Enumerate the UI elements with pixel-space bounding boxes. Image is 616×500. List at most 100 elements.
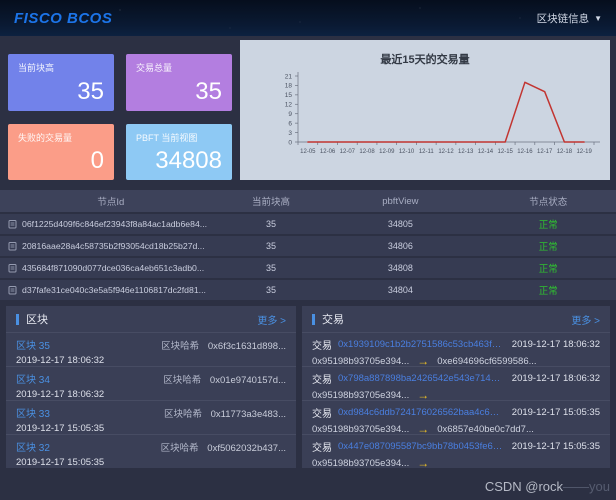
svg-text:12-17: 12-17 — [537, 149, 553, 155]
blocks-panel: 区块 更多 > 区块 35 区块哈希 0x6f3c1631d898... — [6, 306, 296, 468]
col-block-height: 当前块高 — [222, 194, 321, 208]
status-badge: 正常 — [480, 283, 616, 297]
block-height-value: 35 — [222, 285, 321, 295]
block-hash-label: 区块哈希 — [161, 443, 199, 454]
blockchain-info-dropdown[interactable]: 区块链信息 ▼ — [537, 11, 602, 26]
copy-icon[interactable] — [8, 241, 17, 251]
block-height-value: 35 — [222, 241, 321, 251]
svg-text:21: 21 — [285, 73, 293, 80]
block-hash-label: 区块哈希 — [164, 409, 202, 420]
pbftview-value: 34808 — [320, 263, 480, 273]
accent-bar-icon — [16, 314, 19, 325]
pbftview-value: 34806 — [320, 241, 480, 251]
stat-card-label: 交易总量 — [136, 61, 222, 74]
stat-card: PBFT 当前视图 34808 — [126, 124, 232, 181]
stat-card-label: PBFT 当前视图 — [136, 131, 222, 144]
csdn-watermark: CSDN @rock——you — [485, 479, 610, 494]
block-timestamp: 2019-12-17 15:05:35 — [16, 423, 286, 434]
tx-timestamp: 2019-12-17 15:05:35 — [512, 407, 600, 418]
tx-hash-link[interactable]: 0x447e087095587bc9bb78b0453fe64ccd79... — [338, 441, 504, 452]
blocks-more-link[interactable]: 更多 > — [257, 312, 286, 327]
pbftview-value: 34804 — [320, 285, 480, 295]
stat-card-value: 34808 — [136, 149, 222, 173]
table-row: 435684f871090d077dce036ca4eb651c3adb0...… — [0, 258, 616, 278]
node-table-header: 节点Id 当前块高 pbftView 节点状态 — [0, 190, 616, 212]
list-item: 交易 0xd984c6ddb724176026562baa4c6bc7ef1..… — [302, 400, 610, 434]
copy-icon[interactable] — [8, 263, 17, 273]
svg-text:9: 9 — [288, 111, 292, 118]
table-row: 06f1225d409f6c846ef23943f8a84ac1adb6e84.… — [0, 214, 616, 234]
list-item: 区块 34 区块哈希 0x01e9740157d... 2019-12-17 1… — [6, 366, 296, 400]
tx-label: 交易 — [312, 405, 332, 420]
overview-section: 当前块高 35 交易总量 35 失败的交易量 0 PBFT 当前视图 34808 — [0, 36, 616, 184]
copy-icon[interactable] — [8, 285, 17, 295]
tx-timestamp: 2019-12-17 15:05:35 — [512, 441, 600, 452]
tx-hash-link[interactable]: 0x1939109c1b2b2751586c53cb463f8d86b6... — [338, 339, 504, 350]
blocks-panel-header: 区块 更多 > — [6, 306, 296, 332]
transactions-panel-title: 交易 — [322, 311, 571, 327]
fisco-bcos-logo[interactable]: FISCO BCOS — [14, 10, 112, 27]
svg-text:12-18: 12-18 — [557, 149, 573, 155]
list-item: 区块 32 区块哈希 0xf5062032b437... 2019-12-17 … — [6, 434, 296, 468]
tx-hash-link[interactable]: 0xd984c6ddb724176026562baa4c6bc7ef1... — [338, 407, 504, 418]
stat-card: 失败的交易量 0 — [8, 124, 114, 181]
stat-card: 当前块高 35 — [8, 54, 114, 111]
node-id-cell: 435684f871090d077dce036ca4eb651c3adb0... — [0, 263, 222, 273]
transactions-more-link[interactable]: 更多 > — [571, 312, 600, 327]
app-header: FISCO BCOS 区块链信息 ▼ — [0, 0, 616, 36]
table-row: d37fafe31ce040c3e5a5f946e1106817dc2fd81.… — [0, 280, 616, 300]
tx-from-address: 0x95198b93705e394... — [312, 390, 409, 401]
col-node-id: 节点Id — [0, 194, 222, 208]
copy-icon[interactable] — [8, 219, 17, 229]
tx-timestamp: 2019-12-17 18:06:32 — [512, 339, 600, 350]
svg-text:12-08: 12-08 — [359, 149, 375, 155]
stat-card: 交易总量 35 — [126, 54, 232, 111]
node-table-body: 06f1225d409f6c846ef23943f8a84ac1adb6e84.… — [0, 214, 616, 300]
node-id-value: 06f1225d409f6c846ef23943f8a84ac1adb6e84.… — [22, 219, 207, 229]
tx-hash-link[interactable]: 0x798a887898ba2426542e543e714a45322... — [338, 373, 504, 384]
arrow-right-icon: → — [417, 355, 429, 366]
block-hash-value: 0xf5062032b437... — [207, 443, 286, 454]
svg-text:3: 3 — [288, 130, 292, 137]
block-hash-value: 0x11773a3e483... — [211, 409, 286, 420]
lists-section: 区块 更多 > 区块 35 区块哈希 0x6f3c1631d898... — [0, 300, 616, 474]
svg-text:12-12: 12-12 — [438, 149, 454, 155]
svg-text:12-15: 12-15 — [498, 149, 514, 155]
block-height-value: 35 — [222, 263, 321, 273]
tx-to-address: 0xe694696cf6599586... — [437, 356, 536, 367]
node-id-cell: 06f1225d409f6c846ef23943f8a84ac1adb6e84.… — [0, 219, 222, 229]
block-link[interactable]: 区块 33 — [16, 405, 50, 420]
block-hash-group: 区块哈希 0x01e9740157d... — [163, 372, 286, 386]
tx-to-address: 0x6857e40be0c7dd7... — [437, 424, 534, 435]
svg-text:12-16: 12-16 — [517, 149, 533, 155]
chart-title: 最近15天的交易量 — [240, 40, 610, 70]
status-badge: 正常 — [480, 261, 616, 275]
block-link[interactable]: 区块 34 — [16, 371, 50, 386]
block-hash-value: 0x01e9740157d... — [210, 375, 286, 386]
list-item: 交易 0x447e087095587bc9bb78b0453fe64ccd79.… — [302, 434, 610, 468]
svg-text:0: 0 — [288, 139, 292, 146]
svg-text:12-14: 12-14 — [478, 149, 494, 155]
dashboard: FISCO BCOS 区块链信息 ▼ 当前块高 35 交易总量 35 失败的交易… — [0, 0, 616, 500]
block-hash-label: 区块哈希 — [161, 341, 199, 352]
block-link[interactable]: 区块 32 — [16, 439, 50, 454]
list-item: 交易 0x1939109c1b2b2751586c53cb463f8d86b6.… — [302, 332, 610, 366]
arrow-right-icon: → — [417, 457, 429, 468]
list-item: 区块 33 区块哈希 0x11773a3e483... 2019-12-17 1… — [6, 400, 296, 434]
transactions-panel-header: 交易 更多 > — [302, 306, 610, 332]
stat-card-value: 35 — [136, 80, 222, 104]
svg-text:6: 6 — [288, 120, 292, 127]
block-link[interactable]: 区块 35 — [16, 337, 50, 352]
node-id-value: d37fafe31ce040c3e5a5f946e1106817dc2fd81.… — [22, 285, 206, 295]
col-pbftview: pbftView — [320, 196, 480, 207]
transactions-line-chart: 03691215182112-0512-0612-0712-0812-0912-… — [240, 70, 610, 172]
node-id-cell: 20816aae28a4c58735b2f93054cd18b25b27d... — [0, 241, 222, 251]
stat-cards: 当前块高 35 交易总量 35 失败的交易量 0 PBFT 当前视图 34808 — [8, 40, 232, 180]
col-node-status: 节点状态 — [480, 194, 616, 208]
svg-text:12-11: 12-11 — [419, 149, 435, 155]
block-hash-value: 0x6f3c1631d898... — [208, 341, 286, 352]
status-badge: 正常 — [480, 217, 616, 231]
list-item: 交易 0x798a887898ba2426542e543e714a45322..… — [302, 366, 610, 400]
node-id-value: 20816aae28a4c58735b2f93054cd18b25b27d... — [22, 241, 205, 251]
tx-from-address: 0x95198b93705e394... — [312, 458, 409, 469]
